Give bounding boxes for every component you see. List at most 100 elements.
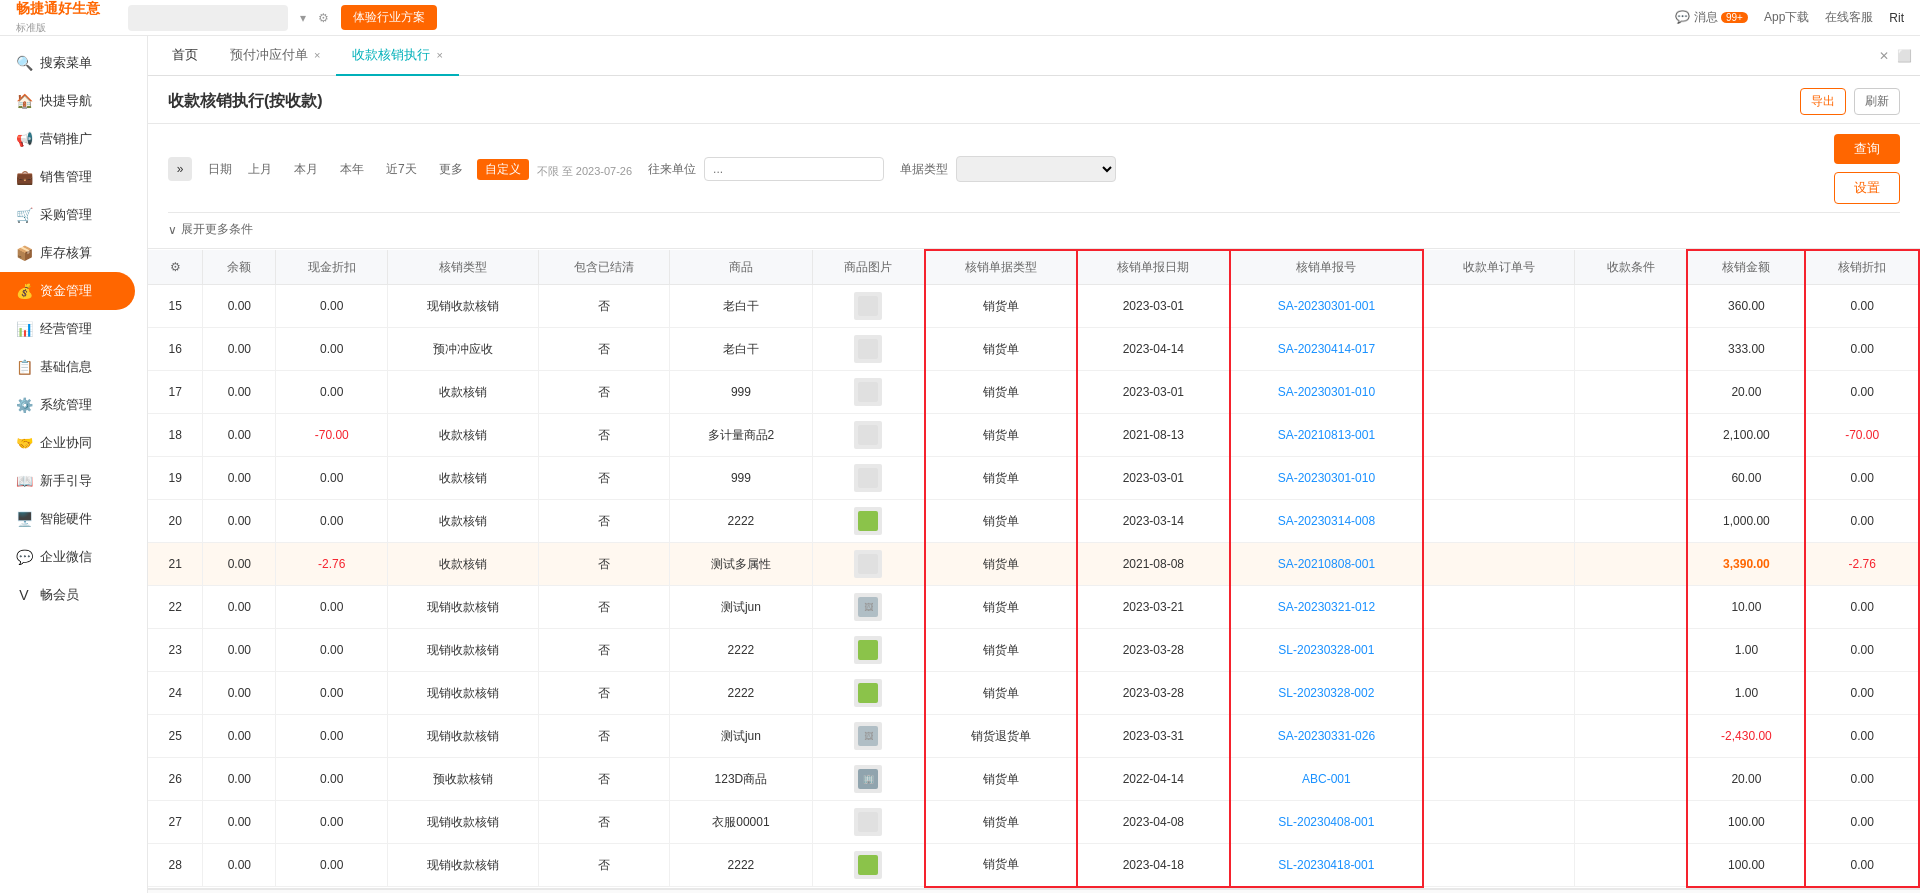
- writeoff-bill-no-link[interactable]: SL-20230328-002: [1278, 686, 1374, 700]
- settings-gear-icon[interactable]: ⚙: [318, 11, 329, 25]
- page-actions: 导出 刷新: [1800, 88, 1900, 115]
- writeoff-bill-no-link[interactable]: SA-20230314-008: [1278, 514, 1375, 528]
- table-header-row: ⚙ 余额 现金折扣 核销类型 包含已结清 商品 商品图片 核销单据类型 核销单报…: [148, 250, 1919, 285]
- sidebar-item-wechat[interactable]: 💬 企业微信: [0, 538, 147, 576]
- sidebar: 🔍 搜索菜单 🏠 快捷导航 📢 营销推广 💼 销售管理 🛒 采购管理 📦 库存核…: [0, 36, 148, 893]
- th-balance: 余额: [203, 250, 276, 285]
- writeoff-bill-no-link[interactable]: SL-20230418-001: [1278, 858, 1374, 872]
- sidebar-item-hardware[interactable]: 🖥️ 智能硬件: [0, 500, 147, 538]
- table-header: ⚙ 余额 现金折扣 核销类型 包含已结清 商品 商品图片 核销单据类型 核销单报…: [148, 250, 1919, 285]
- app-download-link[interactable]: App下载: [1764, 9, 1809, 26]
- sidebar-item-member[interactable]: V 畅会员: [0, 576, 147, 614]
- sidebar-item-purchase[interactable]: 🛒 采购管理: [0, 196, 147, 234]
- table-row: 160.000.00预冲冲应收否老白干销货单2023-04-14SA-20230…: [148, 328, 1919, 371]
- tab-home[interactable]: 首页: [156, 36, 214, 76]
- purchase-icon: 🛒: [16, 207, 32, 223]
- date-btn-more[interactable]: 更多: [431, 159, 471, 180]
- writeoff-bill-no-link[interactable]: SA-20230301-010: [1278, 471, 1375, 485]
- sidebar-item-search[interactable]: 🔍 搜索菜单: [0, 44, 147, 82]
- tab-writeoff[interactable]: 收款核销执行 ×: [336, 36, 458, 76]
- sidebar-label-wechat: 企业微信: [40, 548, 92, 566]
- sidebar-item-sales[interactable]: 💼 销售管理: [0, 158, 147, 196]
- table-body: 150.000.00现销收款核销否老白干销货单2023-03-01SA-2023…: [148, 285, 1919, 887]
- page-header: 收款核销执行(按收款) 导出 刷新: [148, 76, 1920, 124]
- operation-icon: 📊: [16, 321, 32, 337]
- tab-close-writeoff[interactable]: ×: [436, 49, 442, 61]
- writeoff-bill-no-link[interactable]: SA-20230321-012: [1278, 600, 1375, 614]
- sidebar-item-basic[interactable]: 📋 基础信息: [0, 348, 147, 386]
- export-button[interactable]: 导出: [1800, 88, 1846, 115]
- bill-type-select[interactable]: [956, 156, 1116, 182]
- th-gear[interactable]: ⚙: [148, 250, 203, 285]
- sidebar-item-guide[interactable]: 📖 新手引导: [0, 462, 147, 500]
- writeoff-bill-no-link[interactable]: SA-20210813-001: [1278, 428, 1375, 442]
- th-include-settled: 包含已结清: [539, 250, 670, 285]
- filter-expand[interactable]: ∨ 展开更多条件: [168, 212, 1900, 238]
- writeoff-bill-no-link[interactable]: SA-20230301-010: [1278, 385, 1375, 399]
- th-goods-image: 商品图片: [812, 250, 925, 285]
- writeoff-bill-no-link[interactable]: SA-20230331-026: [1278, 729, 1375, 743]
- tab-maximize-icon[interactable]: ⬜: [1897, 49, 1912, 63]
- company-dropdown-icon[interactable]: ▾: [300, 11, 306, 25]
- date-custom-badge[interactable]: 自定义: [477, 159, 529, 180]
- top-bar: 畅捷通好生意 标准版 ▾ ⚙ 体验行业方案 💬 消息 99+ App下载 在线客…: [0, 0, 1920, 36]
- filter-actions: 查询 设置: [1834, 134, 1900, 204]
- table-row: 250.000.00现销收款核销否测试jun🖼销货退货单2023-03-31SA…: [148, 715, 1919, 758]
- sidebar-item-system[interactable]: ⚙️ 系统管理: [0, 386, 147, 424]
- refresh-button[interactable]: 刷新: [1854, 88, 1900, 115]
- hardware-icon: 🖥️: [16, 511, 32, 527]
- bill-type-label: 单据类型: [900, 161, 948, 178]
- date-range-text: 不限 至 2023-07-26: [537, 165, 632, 177]
- sidebar-item-operation[interactable]: 📊 经营管理: [0, 310, 147, 348]
- table-row: 230.000.00现销收款核销否2222销货单2023-03-28SL-202…: [148, 629, 1919, 672]
- sidebar-label-marketing: 营销推广: [40, 130, 92, 148]
- filter-bar: » 日期 上月 本月 本年 近7天 更多 自定义 不限 至 2023-07-26: [148, 124, 1920, 249]
- main-table: ⚙ 余额 现金折扣 核销类型 包含已结清 商品 商品图片 核销单据类型 核销单报…: [148, 249, 1920, 888]
- tab-close-all-icon[interactable]: ✕: [1879, 49, 1889, 63]
- date-btn-last-month[interactable]: 上月: [240, 159, 280, 180]
- user-name: Rit: [1889, 11, 1904, 25]
- th-writeoff-type: 核销类型: [388, 250, 539, 285]
- writeoff-bill-no-link[interactable]: SA-20230301-001: [1278, 299, 1375, 313]
- tab-close-prepay[interactable]: ×: [314, 49, 320, 61]
- message-icon[interactable]: 💬 消息 99+: [1675, 9, 1748, 26]
- sidebar-item-nav[interactable]: 🏠 快捷导航: [0, 82, 147, 120]
- writeoff-bill-no-link[interactable]: SL-20230328-001: [1278, 643, 1374, 657]
- date-btn-this-month[interactable]: 本月: [286, 159, 326, 180]
- marketing-icon: 📢: [16, 131, 32, 147]
- chevron-down-icon: ∨: [168, 223, 177, 237]
- filter-date-label: 日期: [208, 161, 232, 178]
- filter-date-item: 日期 上月 本月 本年 近7天 更多 自定义 不限 至 2023-07-26: [208, 159, 632, 180]
- wechat-icon: 💬: [16, 549, 32, 565]
- filter-bill-type: 单据类型: [900, 156, 1116, 182]
- collab-icon: 🤝: [16, 435, 32, 451]
- sidebar-label-collab: 企业协同: [40, 434, 92, 452]
- writeoff-bill-no-link[interactable]: SA-20210808-001: [1278, 557, 1375, 571]
- th-writeoff-amount: 核销金额: [1687, 250, 1805, 285]
- table-container: ⚙ 余额 现金折扣 核销类型 包含已结清 商品 商品图片 核销单据类型 核销单报…: [148, 249, 1920, 893]
- tab-prepay[interactable]: 预付冲应付单 ×: [214, 36, 336, 76]
- sidebar-label-operation: 经营管理: [40, 320, 92, 338]
- setting-button[interactable]: 设置: [1834, 172, 1900, 204]
- writeoff-bill-no-link[interactable]: SL-20230408-001: [1278, 815, 1374, 829]
- sidebar-label-purchase: 采购管理: [40, 206, 92, 224]
- company-selector[interactable]: [128, 5, 288, 31]
- sidebar-item-marketing[interactable]: 📢 营销推广: [0, 120, 147, 158]
- date-btn-this-year[interactable]: 本年: [332, 159, 372, 180]
- tab-bar: 首页 预付冲应付单 × 收款核销执行 × ✕ ⬜: [148, 36, 1920, 76]
- writeoff-bill-no-link[interactable]: SA-20230414-017: [1278, 342, 1375, 356]
- filter-toggle-btn[interactable]: »: [168, 157, 192, 181]
- sidebar-item-collab[interactable]: 🤝 企业协同: [0, 424, 147, 462]
- sidebar-item-fund[interactable]: 💰 资金管理: [0, 272, 135, 310]
- trial-button[interactable]: 体验行业方案: [341, 5, 437, 30]
- query-button[interactable]: 查询: [1834, 134, 1900, 164]
- top-bar-right: 💬 消息 99+ App下载 在线客服 Rit: [1675, 9, 1904, 26]
- online-service-link[interactable]: 在线客服: [1825, 9, 1873, 26]
- sidebar-label-system: 系统管理: [40, 396, 92, 414]
- sidebar-item-inventory[interactable]: 📦 库存核算: [0, 234, 147, 272]
- date-btn-7days[interactable]: 近7天: [378, 159, 425, 180]
- sales-icon: 💼: [16, 169, 32, 185]
- from-unit-input[interactable]: [704, 157, 884, 181]
- writeoff-bill-no-link[interactable]: ABC-001: [1302, 772, 1351, 786]
- search-icon: 🔍: [16, 55, 32, 71]
